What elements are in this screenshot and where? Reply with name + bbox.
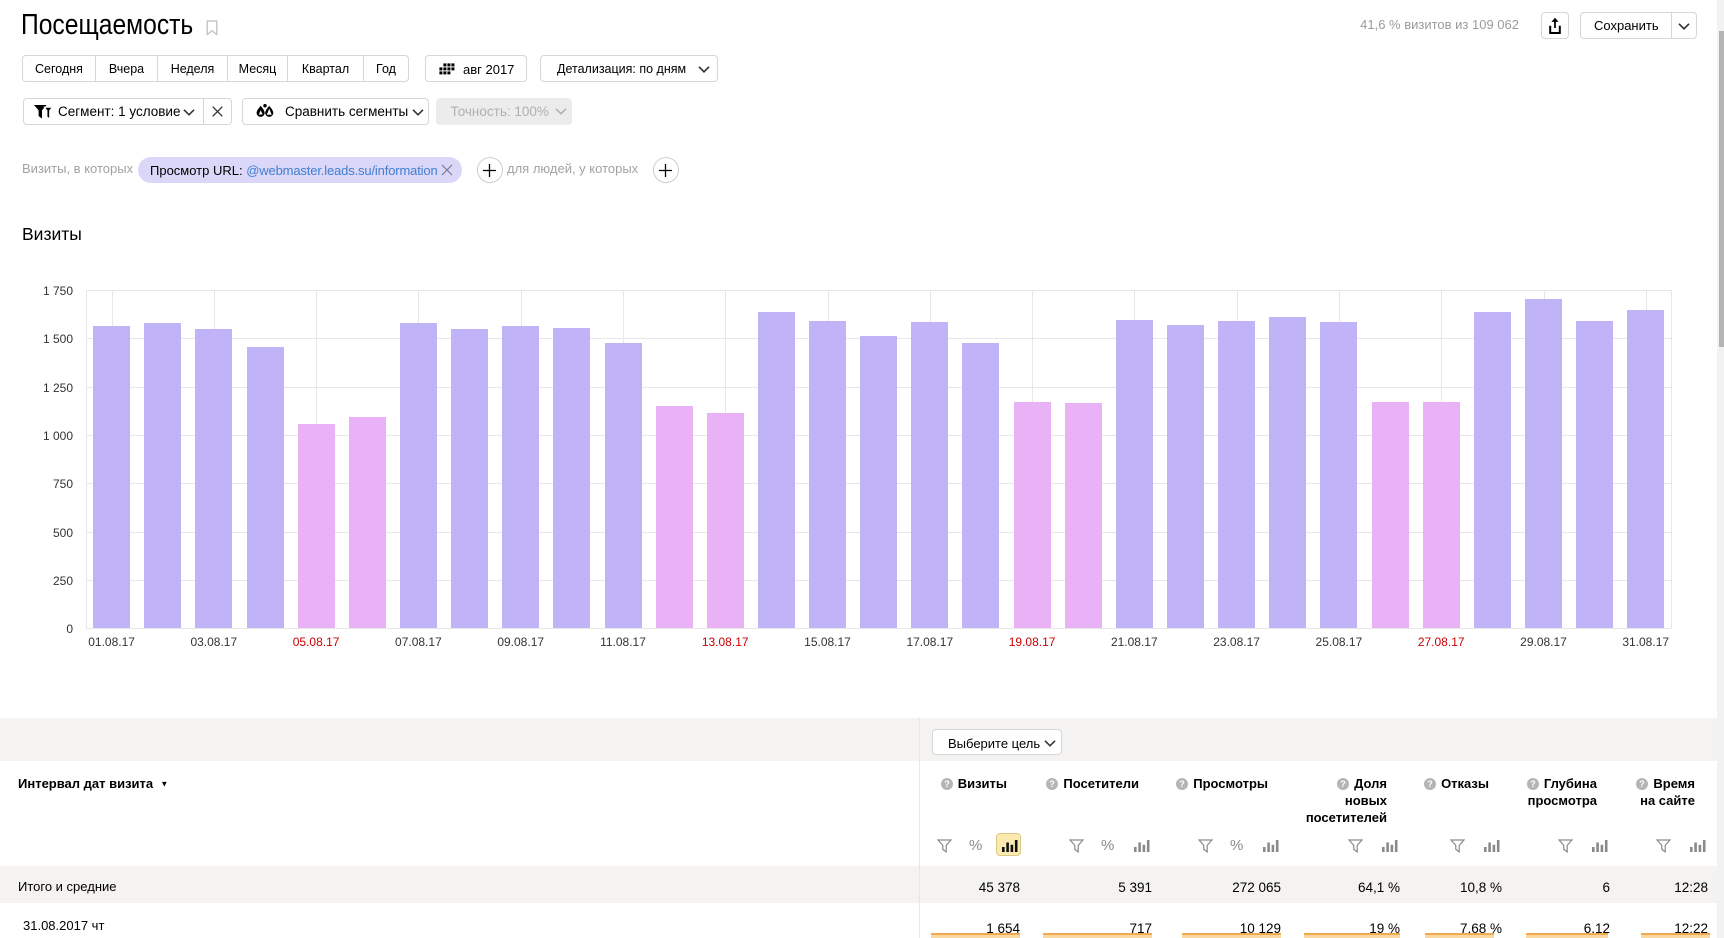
svg-text:?: ? [1179, 779, 1185, 789]
svg-text:?: ? [944, 779, 950, 789]
svg-text:?: ? [1640, 779, 1646, 789]
svg-text:?: ? [1050, 779, 1056, 789]
